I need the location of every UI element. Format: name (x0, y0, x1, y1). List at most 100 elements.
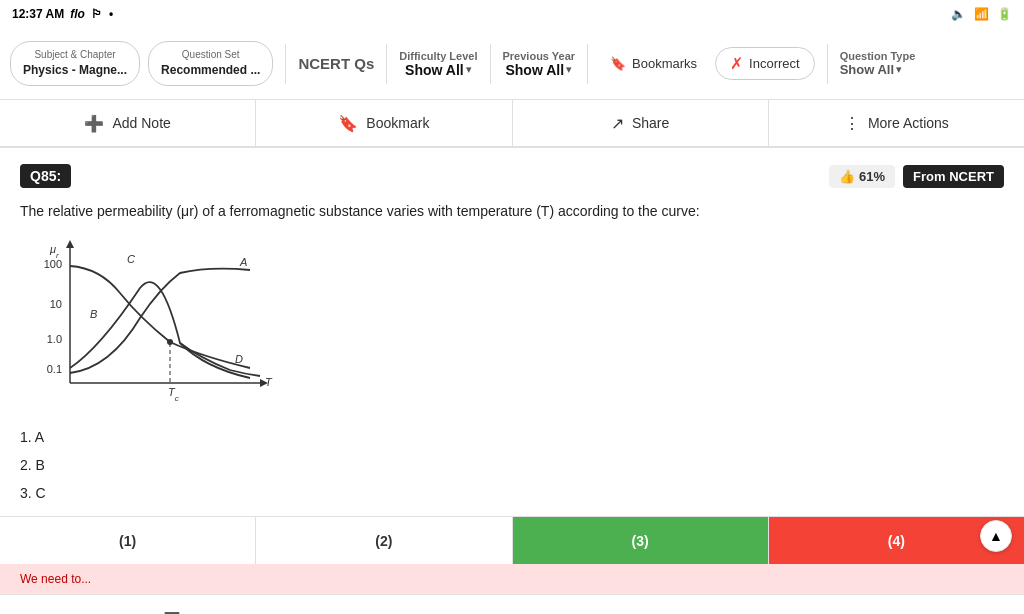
add-note-icon: ➕ (84, 114, 104, 133)
option-1-number: 1. (20, 429, 35, 445)
answer-tab-2-label: (2) (375, 533, 392, 549)
question-header: Q85: 👍 61% From NCERT (20, 164, 1004, 188)
option-2[interactable]: 2. B (20, 455, 1004, 475)
percent-badge: 👍 61% (829, 165, 895, 188)
prev-year-label: Previous Year (503, 50, 576, 62)
prev-year-value: Show All ▾ (505, 62, 572, 78)
question-badges: 👍 61% From NCERT (829, 165, 1004, 188)
app-name: flo (70, 7, 85, 21)
answer-tab-1[interactable]: (1) (0, 517, 256, 564)
answer-tab-2[interactable]: (2) (256, 517, 512, 564)
q-type-arrow: ▾ (896, 63, 902, 76)
flo-icon: 🏳 (91, 7, 103, 21)
share-icon: ↗ (611, 114, 624, 133)
svg-marker-3 (66, 240, 74, 248)
answer-tab-4-label: (4) (888, 533, 905, 549)
divider-5 (827, 44, 828, 84)
ncert-qs-label: NCERT Qs (298, 55, 374, 72)
incorrect-button[interactable]: ✗ Incorrect (715, 47, 815, 80)
action-bar: ➕ Add Note 🔖 Bookmark ↗ Share ⋮ More Act… (0, 100, 1024, 148)
question-number: Q85: (20, 164, 71, 188)
svg-text:T: T (265, 376, 273, 388)
svg-text:B: B (90, 308, 97, 320)
option-1[interactable]: 1. A (20, 427, 1004, 447)
difficulty-label: Difficulty Level (399, 50, 477, 62)
svg-text:Tc: Tc (168, 386, 179, 403)
difficulty-filter[interactable]: Difficulty Level Show All ▾ (399, 50, 477, 78)
answer-tab-1-label: (1) (119, 533, 136, 549)
prev-year-arrow: ▾ (566, 63, 572, 76)
difficulty-arrow: ▾ (466, 63, 472, 76)
status-left: 12:37 AM flo 🏳 • (12, 7, 113, 21)
wifi-icon: 📶 (974, 7, 989, 21)
question-set-value: Recommended ... (161, 62, 260, 79)
back-triangle-icon[interactable]: ◁ (846, 608, 861, 615)
svg-text:100: 100 (44, 258, 62, 270)
filter-bar: Subject & Chapter Physics - Magne... Que… (0, 28, 1024, 100)
graph-container: 100 10 1.0 0.1 μr T Tc A B C (20, 238, 1004, 411)
option-2-label: B (36, 457, 45, 473)
q-type-label: Question Type (840, 50, 916, 62)
option-3[interactable]: 3. C (20, 483, 1004, 503)
subject-chapter-filter[interactable]: Subject & Chapter Physics - Magne... (10, 41, 140, 86)
svg-text:10: 10 (50, 298, 62, 310)
bookmarks-button[interactable]: 🔖 Bookmarks (600, 50, 707, 77)
svg-text:C: C (127, 253, 135, 265)
option-4[interactable]: 4. D (20, 511, 1004, 516)
incorrect-label: Incorrect (749, 56, 800, 71)
hint-text: We need to... (20, 572, 91, 586)
status-bar: 12:37 AM flo 🏳 • 🔈 📶 🔋 (0, 0, 1024, 28)
ncert-qs-filter[interactable]: NCERT Qs (298, 55, 374, 72)
previous-year-filter[interactable]: Previous Year Show All ▾ (503, 50, 576, 78)
option-3-label: C (36, 485, 46, 501)
more-actions-icon: ⋮ (844, 114, 860, 133)
option-2-number: 2. (20, 457, 36, 473)
ncert-badge: From NCERT (903, 165, 1004, 188)
bookmark-action-icon: 🔖 (338, 114, 358, 133)
question-type-filter[interactable]: Question Type Show All ▾ (840, 50, 916, 77)
svg-text:D: D (235, 353, 243, 365)
more-actions-button[interactable]: ⋮ More Actions (769, 100, 1024, 146)
time: 12:37 AM (12, 7, 64, 21)
q-type-value: Show All ▾ (840, 62, 916, 77)
question-text: The relative permeability (μr) of a ferr… (20, 200, 1004, 222)
status-right: 🔈 📶 🔋 (951, 7, 1012, 21)
answer-tab-3-label: (3) (632, 533, 649, 549)
svg-text:1.0: 1.0 (47, 333, 62, 345)
bookmark-action-label: Bookmark (366, 115, 429, 131)
home-circle-icon[interactable]: ○ (507, 608, 519, 614)
divider-4 (587, 44, 588, 84)
option-4-number: 4. (20, 513, 36, 516)
scroll-up-icon: ▲ (989, 528, 1003, 544)
divider-3 (490, 44, 491, 84)
subject-chapter-value: Physics - Magne... (23, 62, 127, 79)
options-list: 1. A 2. B 3. C 4. D (20, 427, 1004, 516)
divider-1 (285, 44, 286, 84)
share-button[interactable]: ↗ Share (513, 100, 769, 146)
battery-icon: 🔋 (997, 7, 1012, 21)
answer-tabs: (1) (2) (3) (4) (0, 516, 1024, 564)
svg-text:0.1: 0.1 (47, 363, 62, 375)
answer-tab-3[interactable]: (3) (513, 517, 769, 564)
svg-point-16 (167, 339, 173, 345)
incorrect-x-icon: ✗ (730, 54, 743, 73)
svg-text:A: A (239, 256, 247, 268)
bottom-hint: We need to... (0, 564, 1024, 594)
dot-indicator: • (109, 7, 113, 21)
option-3-number: 3. (20, 485, 36, 501)
bottom-nav: ☰ ○ ◁ (0, 594, 1024, 614)
question-set-label: Question Set (182, 48, 240, 62)
graph-svg: 100 10 1.0 0.1 μr T Tc A B C (20, 238, 280, 408)
bookmark-action-button[interactable]: 🔖 Bookmark (256, 100, 512, 146)
share-label: Share (632, 115, 669, 131)
scroll-up-button[interactable]: ▲ (980, 520, 1012, 552)
more-actions-label: More Actions (868, 115, 949, 131)
bookmark-icon: 🔖 (610, 56, 626, 71)
add-note-button[interactable]: ➕ Add Note (0, 100, 256, 146)
question-set-filter[interactable]: Question Set Recommended ... (148, 41, 273, 86)
add-note-label: Add Note (112, 115, 170, 131)
option-1-label: A (35, 429, 44, 445)
difficulty-value: Show All ▾ (405, 62, 472, 78)
option-4-label: D (36, 513, 46, 516)
hamburger-menu-icon[interactable]: ☰ (163, 608, 181, 615)
